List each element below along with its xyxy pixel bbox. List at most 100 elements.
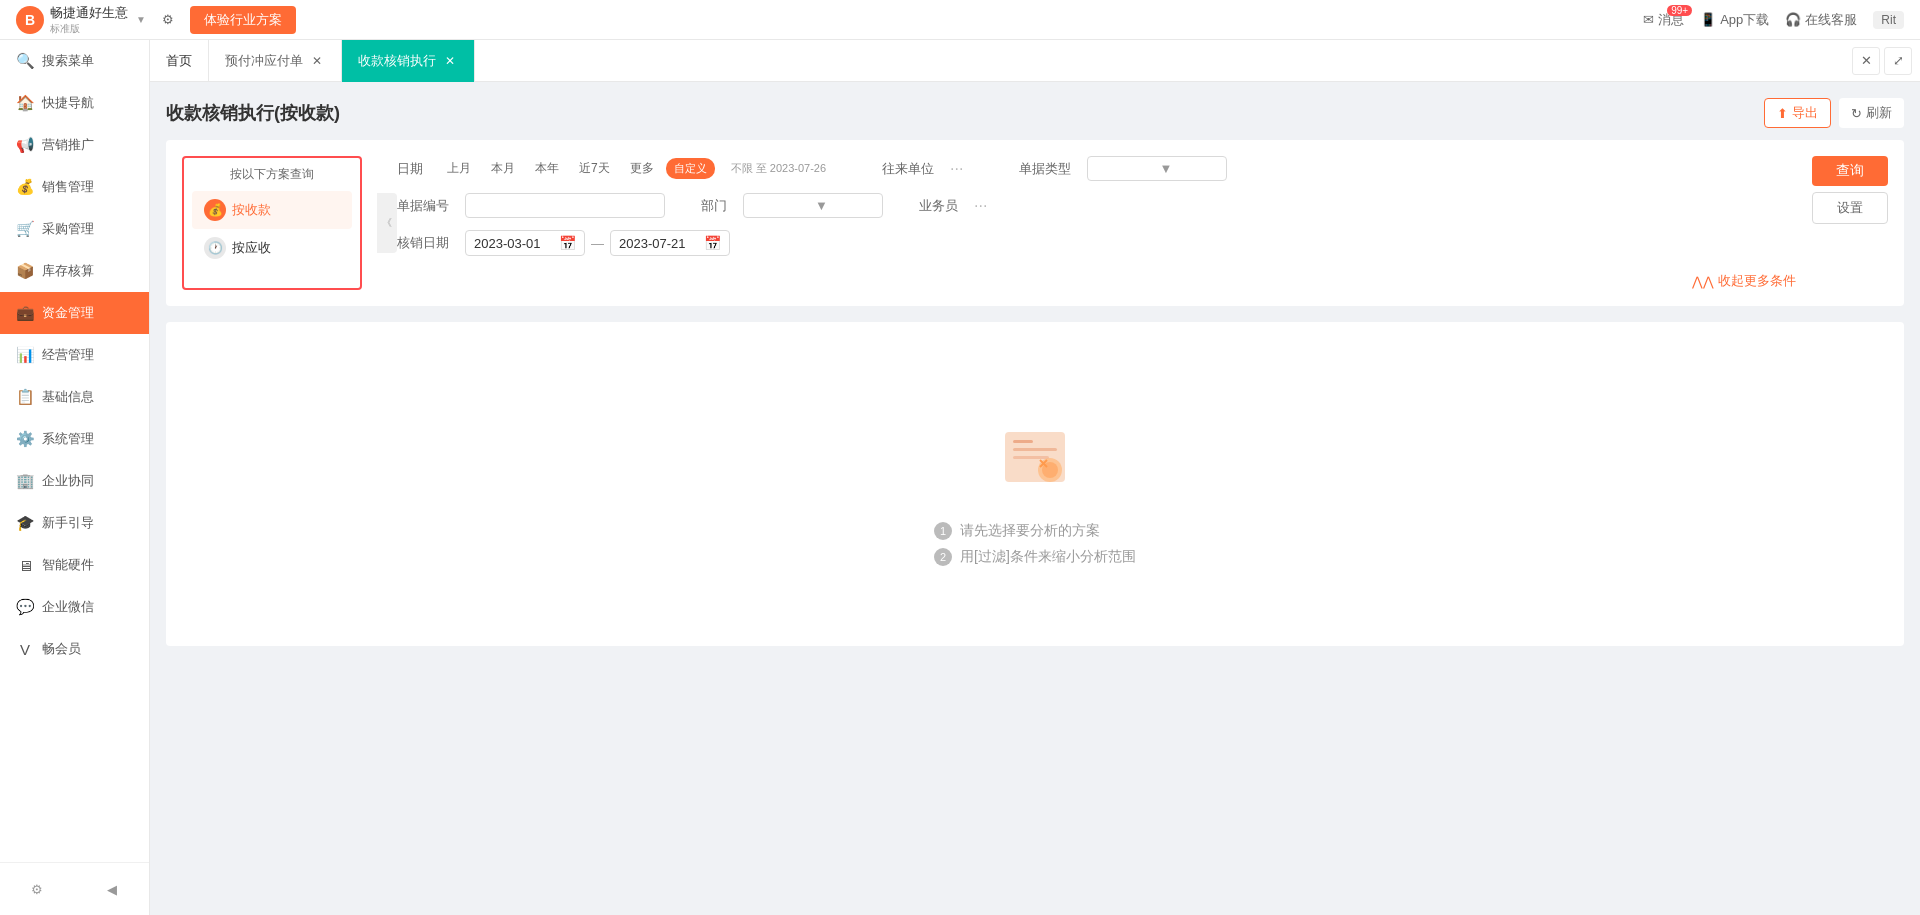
date-btn-this-month[interactable]: 本月 (483, 158, 523, 179)
sidebar-item-label: 系统管理 (42, 430, 94, 448)
sidebar-item-purchase[interactable]: 🛒 采购管理 (0, 208, 149, 250)
query-buttons: 查询 设置 (1812, 156, 1888, 224)
sidebar-item-inventory[interactable]: 📦 库存核算 (0, 250, 149, 292)
filter-section: 按以下方案查询 💰 按收款 🕐 按应收 《 (166, 140, 1904, 306)
brand-dropdown-arrow[interactable]: ▼ (136, 14, 146, 25)
tab-home[interactable]: 首页 (150, 40, 209, 82)
svg-rect-3 (1013, 456, 1049, 459)
topbar-left: B 畅捷通好生意 标准版 ▼ ⚙ 体验行业方案 (16, 4, 296, 36)
order-no-input[interactable] (465, 193, 665, 218)
sidebar-item-guide[interactable]: 🎓 新手引导 (0, 502, 149, 544)
message-badge: 99+ (1667, 5, 1692, 16)
home-icon: 🏠 (16, 94, 34, 112)
writeoff-end-value: 2023-07-21 (619, 236, 686, 251)
refresh-icon: ↻ (1851, 106, 1862, 121)
user-profile[interactable]: Rit (1873, 11, 1904, 29)
app-label: App下载 (1720, 11, 1769, 29)
sidebar-item-member[interactable]: V 畅会员 (0, 628, 149, 670)
sidebar-item-finance[interactable]: 💼 资金管理 (0, 292, 149, 334)
dept-select[interactable]: ▼ (743, 193, 883, 218)
solution-button[interactable]: 体验行业方案 (190, 6, 296, 34)
sidebar-gear-button[interactable]: ⚙ (19, 871, 55, 907)
app-download-button[interactable]: 📱 App下载 (1700, 11, 1769, 29)
basic-icon: 📋 (16, 388, 34, 406)
member-icon: V (16, 641, 34, 658)
sidebar-item-operation[interactable]: 📊 经营管理 (0, 334, 149, 376)
message-button[interactable]: ✉ 消息 99+ (1643, 11, 1684, 29)
sidebar-item-label: 基础信息 (42, 388, 94, 406)
sidebar-item-label: 采购管理 (42, 220, 94, 238)
empty-illustration (985, 402, 1085, 502)
brand: 畅捷通好生意 标准版 (50, 4, 128, 36)
customer-service-button[interactable]: 🎧 在线客服 (1785, 11, 1857, 29)
setting-button[interactable]: 设置 (1812, 192, 1888, 224)
tab-prepay[interactable]: 预付冲应付单 ✕ (209, 40, 342, 82)
filter-row-order: 单据编号 部门 ▼ 业务员 ··· (397, 193, 1796, 218)
date-btn-custom[interactable]: 自定义 (666, 158, 715, 179)
filter-collapse-button[interactable]: 《 (377, 193, 397, 253)
export-button[interactable]: ⬆ 导出 (1764, 98, 1831, 128)
collapse-more-conditions[interactable]: ⋀⋀ 收起更多条件 (397, 268, 1796, 290)
sidebar-item-corp[interactable]: 🏢 企业协同 (0, 460, 149, 502)
service-label: 在线客服 (1805, 11, 1857, 29)
sidebar-item-search[interactable]: 🔍 搜索菜单 (0, 40, 149, 82)
order-no-label: 单据编号 (397, 197, 449, 215)
sidebar-item-label: 新手引导 (42, 514, 94, 532)
sidebar-collapse-button[interactable]: ◀ (94, 871, 130, 907)
filter-option-by-receivable[interactable]: 🕐 按应收 (192, 229, 352, 267)
sales-icon: 💰 (16, 178, 34, 196)
sidebar-item-label: 库存核算 (42, 262, 94, 280)
topbar: B 畅捷通好生意 标准版 ▼ ⚙ 体验行业方案 ✉ 消息 99+ 📱 App下载… (0, 0, 1920, 40)
writeoff-start-date[interactable]: 2023-03-01 📅 (465, 230, 585, 256)
filter-option-by-receipt[interactable]: 💰 按收款 (192, 191, 352, 229)
date-range-separator: — (591, 236, 604, 251)
svg-rect-2 (1013, 448, 1057, 451)
date-btn-7days[interactable]: 近7天 (571, 158, 618, 179)
tab-close-all-button[interactable]: ✕ (1852, 47, 1880, 75)
calendar-start-icon: 📅 (559, 235, 576, 251)
logo: B 畅捷通好生意 标准版 (16, 4, 128, 36)
by-receipt-icon: 💰 (204, 199, 226, 221)
by-receipt-label: 按收款 (232, 201, 271, 219)
collapse-more-label: 收起更多条件 (1718, 272, 1796, 290)
search-icon: 🔍 (16, 52, 34, 70)
tab-collection-close[interactable]: ✕ (442, 53, 458, 69)
by-receivable-label: 按应收 (232, 239, 271, 257)
refresh-button[interactable]: ↻ 刷新 (1839, 98, 1904, 128)
date-btn-this-year[interactable]: 本年 (527, 158, 567, 179)
staff-input[interactable]: ··· (974, 197, 987, 215)
date-hint: 不限 至 2023-07-26 (731, 161, 826, 176)
sidebar-item-wechat[interactable]: 💬 企业微信 (0, 586, 149, 628)
tab-fullscreen-button[interactable]: ⤢ (1884, 47, 1912, 75)
wechat-icon: 💬 (16, 598, 34, 616)
settings-icon[interactable]: ⚙ (154, 6, 182, 34)
order-type-arrow: ▼ (1159, 161, 1218, 176)
app-icon: 📱 (1700, 12, 1716, 27)
brand-sub: 标准版 (50, 22, 128, 36)
date-btn-last-month[interactable]: 上月 (439, 158, 479, 179)
query-button[interactable]: 查询 (1812, 156, 1888, 186)
sidebar-bottom: ⚙ ◀ (0, 862, 149, 915)
sidebar-item-quick-nav[interactable]: 🏠 快捷导航 (0, 82, 149, 124)
order-type-label: 单据类型 (1019, 160, 1071, 178)
tab-collection[interactable]: 收款核销执行 ✕ (342, 40, 475, 82)
sidebar-item-system[interactable]: ⚙️ 系统管理 (0, 418, 149, 460)
sidebar-item-sales[interactable]: 💰 销售管理 (0, 166, 149, 208)
writeoff-date-label: 核销日期 (397, 234, 449, 252)
sidebar: 🔍 搜索菜单 🏠 快捷导航 📢 营销推广 💰 销售管理 🛒 采购管理 📦 库存核… (0, 40, 150, 915)
counterpart-input[interactable]: ··· (950, 160, 963, 178)
system-icon: ⚙️ (16, 430, 34, 448)
writeoff-end-date[interactable]: 2023-07-21 📅 (610, 230, 730, 256)
refresh-label: 刷新 (1866, 104, 1892, 122)
order-type-select[interactable]: ▼ (1087, 156, 1227, 181)
brand-name: 畅捷通好生意 (50, 4, 128, 22)
tab-prepay-label: 预付冲应付单 (225, 52, 303, 70)
sidebar-item-basic[interactable]: 📋 基础信息 (0, 376, 149, 418)
sidebar-item-hardware[interactable]: 🖥 智能硬件 (0, 544, 149, 586)
sidebar-item-marketing[interactable]: 📢 营销推广 (0, 124, 149, 166)
page-actions: ⬆ 导出 ↻ 刷新 (1764, 98, 1904, 128)
staff-label: 业务员 (919, 197, 958, 215)
tab-prepay-close[interactable]: ✕ (309, 53, 325, 69)
date-btn-more[interactable]: 更多 (622, 158, 662, 179)
tab-bar-actions: ✕ ⤢ (1852, 47, 1920, 75)
